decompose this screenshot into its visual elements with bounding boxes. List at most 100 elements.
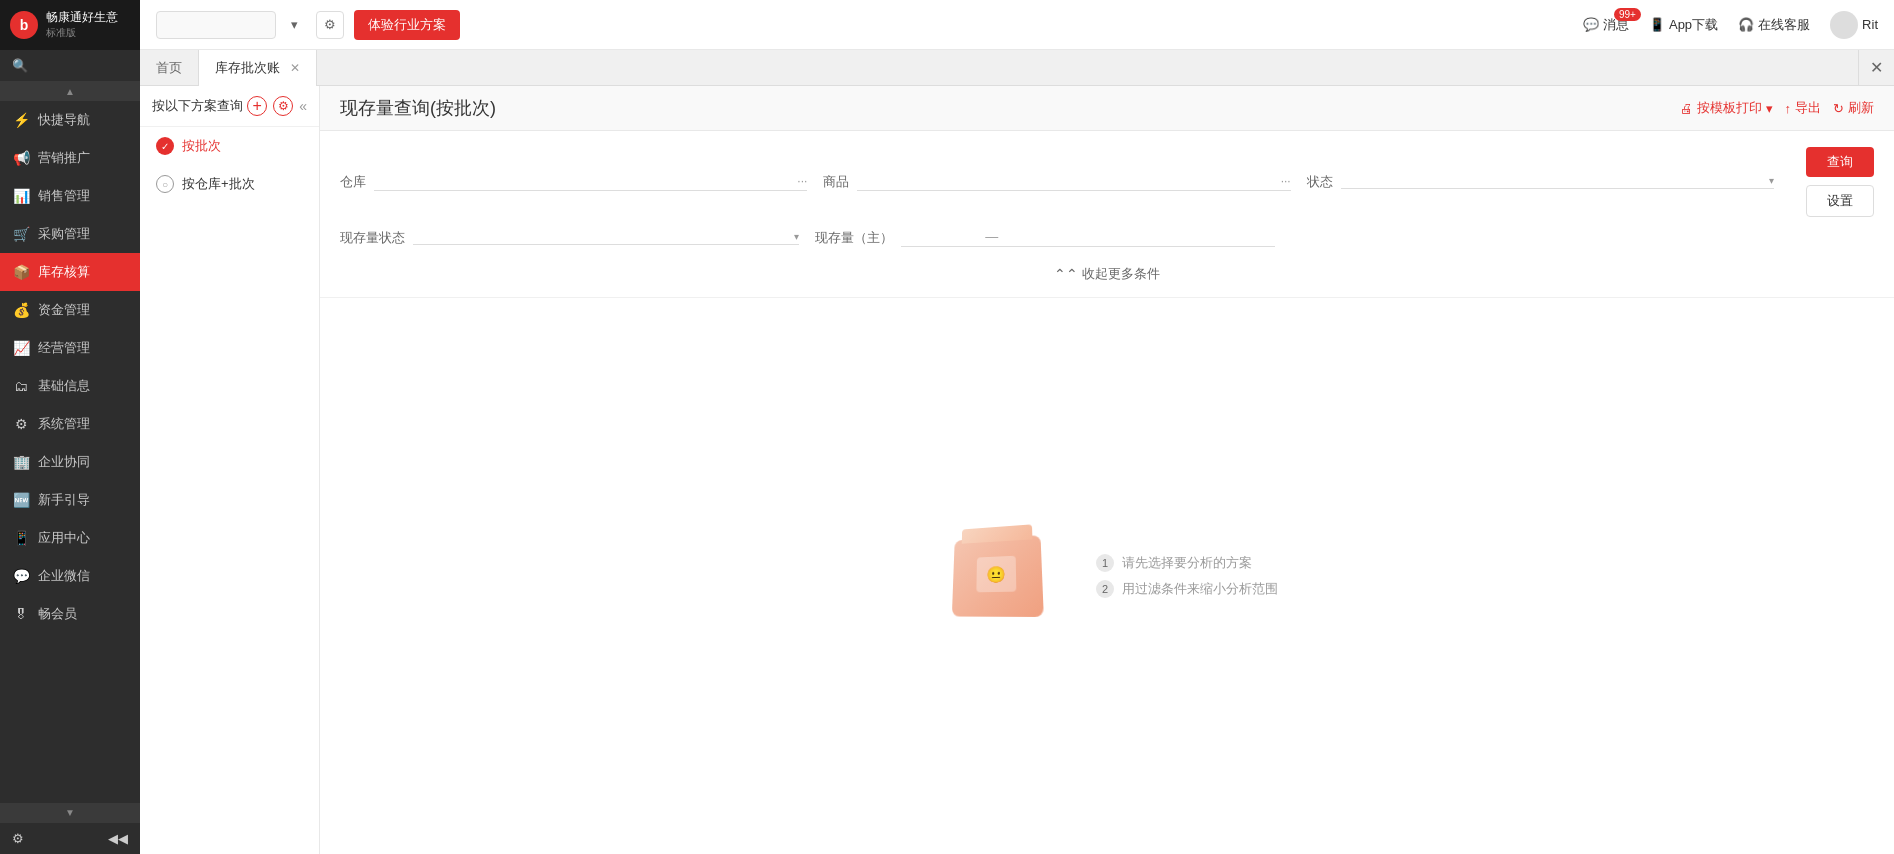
sidebar-item-label: 库存核算	[38, 263, 90, 281]
filter-inventory-quantity: 现存量（主） —	[815, 229, 1274, 247]
message-icon: 💬	[1583, 17, 1599, 32]
topbar-gear-btn[interactable]: ⚙	[316, 11, 344, 39]
sidebar-item-basics[interactable]: 🗂 基础信息	[0, 367, 140, 405]
sidebar-item-label: 销售管理	[38, 187, 90, 205]
sidebar-search[interactable]: 🔍	[0, 50, 140, 82]
empty-box-face: 😐	[976, 556, 1016, 593]
purchase-icon: 🛒	[12, 225, 30, 243]
tab-home[interactable]: 首页	[140, 50, 199, 86]
empty-box: 😐	[952, 535, 1044, 617]
page-title-actions: 🖨 按模板打印 ▾ ↑ 导出 ↻ 刷新	[1680, 99, 1875, 117]
scheme-inactive-icon: ○	[156, 175, 174, 193]
sidebar-item-system[interactable]: ⚙ 系统管理	[0, 405, 140, 443]
add-scheme-btn[interactable]: +	[247, 96, 267, 116]
product-input-wrap: ···	[857, 173, 1290, 191]
settings-btn[interactable]: 设置	[1806, 185, 1874, 217]
sidebar-item-label: 采购管理	[38, 225, 90, 243]
tab-close-icon[interactable]: ✕	[290, 61, 300, 75]
sidebar-item-enterprise[interactable]: 🏢 企业协同	[0, 443, 140, 481]
sidebar-item-label: 快捷导航	[38, 111, 90, 129]
sidebar-item-label: 营销推广	[38, 149, 90, 167]
print-dropdown-icon[interactable]: ▾	[1766, 101, 1773, 116]
sidebar-scroll-up[interactable]: ▲	[0, 82, 140, 101]
experience-btn[interactable]: 体验行业方案	[354, 10, 460, 40]
sidebar-item-label: 畅会员	[38, 605, 77, 623]
sidebar-item-purchase[interactable]: 🛒 采购管理	[0, 215, 140, 253]
online-service-btn[interactable]: 🎧 在线客服	[1738, 16, 1810, 34]
topbar-search-input[interactable]	[156, 11, 276, 39]
left-panel-title: 按以下方案查询	[152, 97, 243, 115]
topbar-dropdown-icon[interactable]: ▾	[282, 13, 306, 37]
quantity-to-input[interactable]	[1002, 229, 1082, 244]
enterprise-icon: 🏢	[12, 453, 30, 471]
printer-icon: 🖨	[1680, 101, 1693, 116]
query-btn[interactable]: 查询	[1806, 147, 1874, 177]
status-select[interactable]: ▾	[1341, 175, 1774, 189]
sidebar-item-quicknav[interactable]: ⚡ 快捷导航	[0, 101, 140, 139]
user-avatar-btn[interactable]: Rit	[1830, 11, 1878, 39]
system-icon: ⚙	[12, 415, 30, 433]
warehouse-input[interactable]	[374, 173, 797, 188]
inventory-status-select[interactable]: ▾	[413, 231, 799, 245]
quicknav-icon: ⚡	[12, 111, 30, 129]
scheme-active-icon: ✓	[156, 137, 174, 155]
export-btn[interactable]: ↑ 导出	[1785, 99, 1822, 117]
settings-icon[interactable]: ⚙	[12, 831, 24, 846]
sidebar-item-marketing[interactable]: 📢 营销推广	[0, 139, 140, 177]
sidebar-scroll-down[interactable]: ▼	[0, 803, 140, 822]
sidebar-item-newguide[interactable]: 🆕 新手引导	[0, 481, 140, 519]
filter-status: 状态 ▾	[1307, 173, 1774, 191]
filter-product: 商品 ···	[823, 173, 1290, 191]
edit-scheme-btn[interactable]: ⚙	[273, 96, 293, 116]
left-panel: 按以下方案查询 + ⚙ « ✓ 按批次 ○ 按仓库+批次	[140, 86, 320, 854]
app-download-btn[interactable]: 📱 App下载	[1649, 16, 1718, 34]
filter-warehouse: 仓库 ···	[340, 173, 807, 191]
headset-icon: 🎧	[1738, 17, 1754, 32]
collapse-panel-btn[interactable]: «	[299, 98, 307, 114]
left-panel-header: 按以下方案查询 + ⚙ «	[140, 86, 319, 127]
main-area: ▾ ⚙ 体验行业方案 💬 消息 99+ 📱 App下载 🎧 在线客服 Rit	[140, 0, 1894, 854]
sidebar-item-finance[interactable]: 💰 资金管理	[0, 291, 140, 329]
filter-row-2: 现存量状态 ▾ 现存量（主） —	[340, 229, 1874, 247]
refresh-btn[interactable]: ↻ 刷新	[1833, 99, 1874, 117]
filter-actions: 查询 设置	[1806, 147, 1874, 217]
sidebar-item-sales[interactable]: 📊 销售管理	[0, 177, 140, 215]
hint-number-1: 1	[1096, 554, 1114, 572]
quantity-dash: —	[985, 229, 998, 244]
sidebar-item-appcenter[interactable]: 📱 应用中心	[0, 519, 140, 557]
tab-home-label: 首页	[156, 59, 182, 77]
quantity-from-input[interactable]	[901, 229, 981, 244]
sidebar-item-member[interactable]: 🎖 畅会员	[0, 595, 140, 633]
sidebar-footer: ⚙ ◀◀	[0, 822, 140, 854]
scheme-item-label: 按仓库+批次	[182, 175, 255, 193]
empty-state: 😐 1 请先选择要分析的方案 2 用过滤条件来缩小分析范围	[320, 298, 1894, 854]
sidebar-item-inventory[interactable]: 📦 库存核算	[0, 253, 140, 291]
warehouse-dots[interactable]: ···	[797, 174, 807, 188]
hint-number-2: 2	[1096, 580, 1114, 598]
collapse-more-btn[interactable]: ⌃⌃ 收起更多条件	[340, 259, 1874, 289]
tabs-close-all-btn[interactable]: ✕	[1858, 50, 1894, 86]
inventory-status-label: 现存量状态	[340, 229, 405, 247]
collapse-icon[interactable]: ◀◀	[108, 831, 128, 846]
sales-icon: 📊	[12, 187, 30, 205]
message-badge: 99+	[1614, 8, 1641, 21]
sidebar-item-label: 资金管理	[38, 301, 90, 319]
product-input[interactable]	[857, 173, 1280, 188]
sidebar-item-label: 系统管理	[38, 415, 90, 433]
tab-inventory-batch[interactable]: 库存批次账 ✕	[199, 50, 317, 86]
tab-inventory-label: 库存批次账	[215, 59, 280, 77]
empty-text-area: 1 请先选择要分析的方案 2 用过滤条件来缩小分析范围	[1096, 554, 1278, 598]
product-dots[interactable]: ···	[1281, 174, 1291, 188]
sidebar-item-label: 企业协同	[38, 453, 90, 471]
quantity-input-wrap: —	[901, 229, 1274, 247]
inventory-status-arrow: ▾	[794, 231, 799, 242]
messages-btn[interactable]: 💬 消息 99+	[1583, 16, 1629, 34]
empty-illustration: 😐	[936, 516, 1056, 636]
scheme-item-warehouse-batch[interactable]: ○ 按仓库+批次	[140, 165, 319, 203]
inventory-quantity-label: 现存量（主）	[815, 229, 893, 247]
scheme-item-batch[interactable]: ✓ 按批次	[140, 127, 319, 165]
finance-icon: 💰	[12, 301, 30, 319]
sidebar-item-operations[interactable]: 📈 经营管理	[0, 329, 140, 367]
print-btn[interactable]: 🖨 按模板打印 ▾	[1680, 99, 1773, 117]
sidebar-item-wechat[interactable]: 💬 企业微信	[0, 557, 140, 595]
